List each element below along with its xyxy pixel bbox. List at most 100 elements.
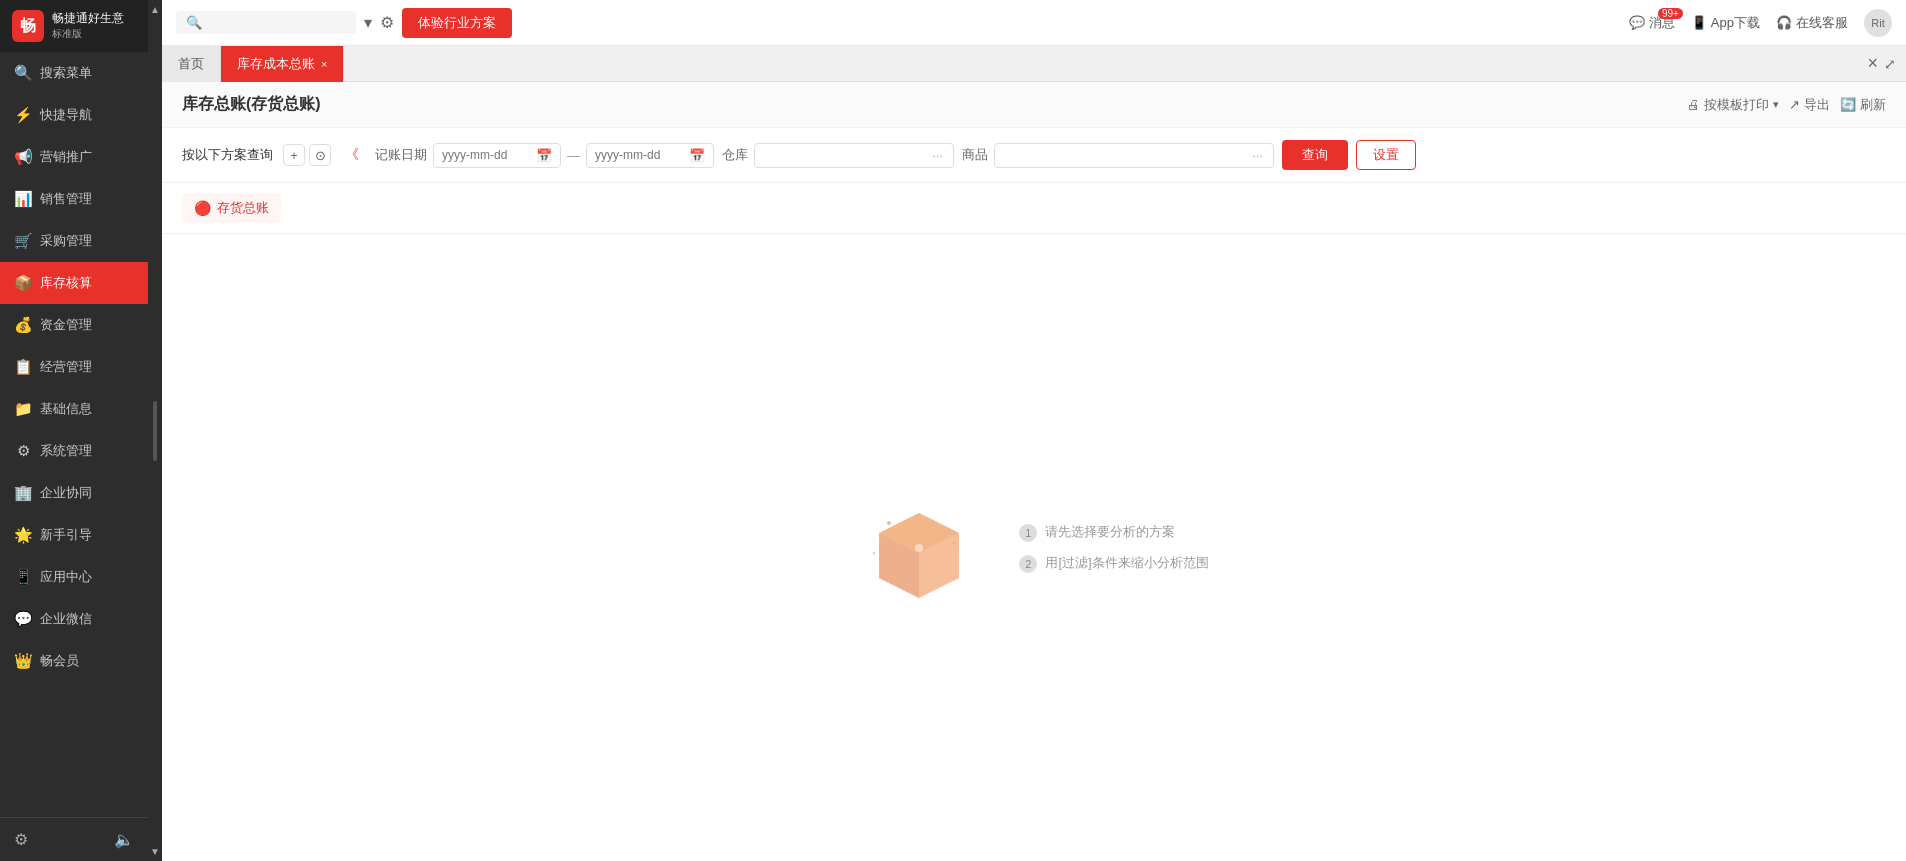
online-service-label: 在线客服 <box>1796 14 1848 32</box>
sidebar-footer: ⚙ 🔈 <box>0 817 148 861</box>
search-icon: 🔍 <box>14 64 32 82</box>
sidebar-item-inventory[interactable]: 📦 库存核算 <box>0 262 148 304</box>
sidebar-item-basic[interactable]: 📁 基础信息 <box>0 388 148 430</box>
print-icon: 🖨 <box>1687 97 1700 112</box>
product-more-icon: ··· <box>1252 148 1263 163</box>
app-download-item[interactable]: 📱 App下载 <box>1691 14 1760 32</box>
marketing-icon: 📢 <box>14 148 32 166</box>
date-label: 记账日期 <box>375 146 427 164</box>
inventory-icon: 📦 <box>14 274 32 292</box>
audio-footer-icon[interactable]: 🔈 <box>114 830 134 849</box>
empty-tip-2: 2 用[过滤]条件来缩小分析范围 <box>1019 554 1208 573</box>
panel-expand-button[interactable]: ⤢ <box>1884 56 1896 72</box>
filter-product-group: 商品 ··· <box>962 143 1274 168</box>
panel-close-button[interactable]: × <box>1867 53 1878 74</box>
calendar-to-icon[interactable]: 📅 <box>689 148 705 163</box>
system-icon: ⚙ <box>14 442 32 460</box>
tip-1-num: 1 <box>1019 524 1037 542</box>
message-item[interactable]: 💬 消息 99+ <box>1629 14 1675 32</box>
sidebar-item-label: 搜索菜单 <box>40 64 92 82</box>
tab-inventory-label: 库存成本总账 <box>237 55 315 73</box>
filter-row: 记账日期 📅 — 📅 仓库 ··· <box>375 140 1886 170</box>
date-from-input[interactable] <box>442 148 532 162</box>
scheme-item[interactable]: 🔴 存货总账 <box>182 193 281 223</box>
tab-close-icon[interactable]: × <box>321 58 327 70</box>
industry-btn[interactable]: 体验行业方案 <box>402 8 512 38</box>
setting-button[interactable]: 设置 <box>1356 140 1416 170</box>
empty-tip-1: 1 请先选择要分析的方案 <box>1019 523 1208 542</box>
sidebar-item-purchase[interactable]: 🛒 采购管理 <box>0 220 148 262</box>
filter-settings-btn[interactable]: ⊙ <box>309 144 331 166</box>
svg-point-6 <box>873 551 876 554</box>
sidebar-item-finance[interactable]: 💰 资金管理 <box>0 304 148 346</box>
topbar-right: 💬 消息 99+ 📱 App下载 🎧 在线客服 Rit <box>1629 9 1892 37</box>
app-logo-icon: 畅 <box>12 10 44 42</box>
sidebar-item-label: 营销推广 <box>40 148 92 166</box>
filter-add-btn[interactable]: + <box>283 144 305 166</box>
tip-2-text: 用[过滤]条件来缩小分析范围 <box>1045 554 1208 572</box>
date-to-input[interactable] <box>595 148 685 162</box>
topbar-dropdown-icon[interactable]: ▾ <box>364 13 372 32</box>
sidebar-item-apps[interactable]: 📱 应用中心 <box>0 556 148 598</box>
sidebar-item-operations[interactable]: 📋 经营管理 <box>0 346 148 388</box>
sidebar-scrollbar-thumb <box>153 401 157 461</box>
date-from-input-wrap[interactable]: 📅 <box>433 143 561 168</box>
query-button[interactable]: 查询 <box>1282 140 1348 170</box>
phone-icon: 📱 <box>1691 15 1707 30</box>
newbie-icon: 🌟 <box>14 526 32 544</box>
tab-inventory-ledger[interactable]: 库存成本总账 × <box>221 46 344 82</box>
sidebar-item-quicknav[interactable]: ⚡ 快捷导航 <box>0 94 148 136</box>
online-service-item[interactable]: 🎧 在线客服 <box>1776 14 1848 32</box>
enterprise-icon: 🏢 <box>14 484 32 502</box>
sidebar-item-search[interactable]: 🔍 搜索菜单 <box>0 52 148 94</box>
empty-box-svg <box>859 488 979 608</box>
tip-2-num: 2 <box>1019 555 1037 573</box>
sidebar-item-label: 经营管理 <box>40 358 92 376</box>
topbar-search-icon: 🔍 <box>186 15 202 30</box>
sidebar-item-label: 畅会员 <box>40 652 79 670</box>
user-avatar[interactable]: Rit <box>1864 9 1892 37</box>
settings-footer-icon[interactable]: ⚙ <box>14 830 28 849</box>
empty-illustration <box>859 488 979 608</box>
tab-home-label: 首页 <box>178 55 204 73</box>
sidebar-item-label: 采购管理 <box>40 232 92 250</box>
topbar: 🔍 ▾ ⚙ 体验行业方案 💬 消息 99+ 📱 App下载 🎧 在线客服 Ri <box>162 0 1906 46</box>
sidebar-item-label: 系统管理 <box>40 442 92 460</box>
refresh-btn[interactable]: 🔄 刷新 <box>1840 96 1886 114</box>
sidebar-item-enterprise[interactable]: 🏢 企业协同 <box>0 472 148 514</box>
sidebar-item-member[interactable]: 👑 畅会员 <box>0 640 148 682</box>
sidebar-item-label: 资金管理 <box>40 316 92 334</box>
export-btn[interactable]: ↗ 导出 <box>1789 96 1830 114</box>
sidebar-item-marketing[interactable]: 📢 营销推广 <box>0 136 148 178</box>
purchase-icon: 🛒 <box>14 232 32 250</box>
print-btn[interactable]: 🖨 按模板打印 ▾ <box>1687 96 1779 114</box>
sidebar-scroll-down[interactable]: ▼ <box>150 846 160 857</box>
sidebar-item-sales[interactable]: 📊 销售管理 <box>0 178 148 220</box>
sidebar-item-newbie[interactable]: 🌟 新手引导 <box>0 514 148 556</box>
sidebar: 畅 畅捷通好生意 标准版 🔍 搜索菜单 ⚡ 快捷导航 📢 营销推广 📊 销售管理… <box>0 0 148 861</box>
calendar-from-icon[interactable]: 📅 <box>536 148 552 163</box>
tab-home[interactable]: 首页 <box>162 46 221 82</box>
filter-collapse-btn[interactable]: 《 <box>345 146 359 164</box>
filter-label: 按以下方案查询 <box>182 146 273 164</box>
page-content: 库存总账(存货总账) 🖨 按模板打印 ▾ ↗ 导出 🔄 刷新 按以下方案查询 <box>162 82 1906 861</box>
sidebar-scroll-up[interactable]: ▲ <box>150 4 160 15</box>
topbar-search-area[interactable]: 🔍 <box>176 11 356 34</box>
sidebar-item-system[interactable]: ⚙ 系统管理 <box>0 430 148 472</box>
topbar-search-input[interactable] <box>206 15 326 30</box>
sidebar-item-label: 企业协同 <box>40 484 92 502</box>
warehouse-select[interactable]: ··· <box>754 143 954 168</box>
topbar-gear-icon[interactable]: ⚙ <box>380 13 394 32</box>
warehouse-more-icon: ··· <box>932 148 943 163</box>
scheme-area: 🔴 存货总账 <box>162 183 1906 234</box>
sidebar-item-wechat[interactable]: 💬 企业微信 <box>0 598 148 640</box>
export-icon: ↗ <box>1789 97 1800 112</box>
apps-icon: 📱 <box>14 568 32 586</box>
operations-icon: 📋 <box>14 358 32 376</box>
filter-date-group: 记账日期 📅 — 📅 <box>375 143 714 168</box>
date-to-input-wrap[interactable]: 📅 <box>586 143 714 168</box>
product-select[interactable]: ··· <box>994 143 1274 168</box>
page-header: 库存总账(存货总账) 🖨 按模板打印 ▾ ↗ 导出 🔄 刷新 <box>162 82 1906 128</box>
topbar-left: 🔍 ▾ ⚙ 体验行业方案 <box>176 8 512 38</box>
sidebar-logo: 畅 畅捷通好生意 标准版 <box>0 0 148 52</box>
